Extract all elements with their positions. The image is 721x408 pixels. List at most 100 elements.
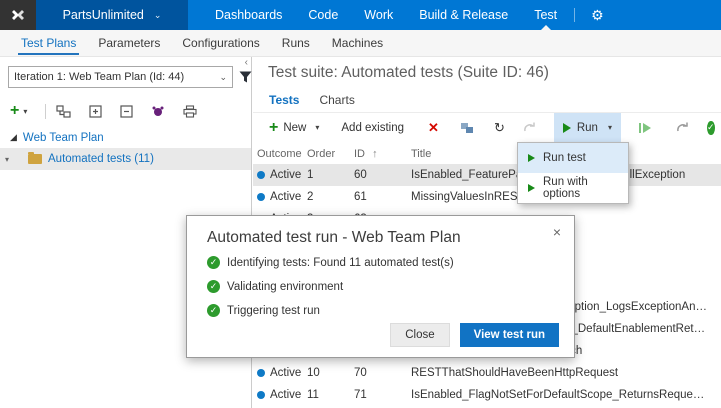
active-state-icon	[257, 391, 265, 399]
suite-tree: ◢ Web Team Plan ▾ Automated tests (11)	[0, 127, 251, 170]
nav-divider	[574, 8, 576, 22]
dialog-step: ✓ Validating environment	[207, 280, 454, 293]
hub-item-configurations[interactable]: Configurations	[171, 30, 270, 56]
new-test-button[interactable]: + New ▾	[269, 118, 320, 136]
tree-node-label: Automated tests (11)	[48, 153, 154, 165]
outcome-value: Active	[270, 389, 302, 401]
project-selector[interactable]: PartsUnlimited ⌄	[36, 0, 188, 30]
success-check-icon: ✓	[207, 280, 220, 293]
redo-icon	[523, 122, 536, 133]
outcome-cell: Active	[257, 367, 307, 379]
order-value: 10	[307, 367, 320, 379]
play-icon	[562, 122, 571, 133]
new-suite-button[interactable]: + ▾	[10, 103, 27, 119]
tab-tests[interactable]: Tests	[269, 93, 299, 107]
outcome-cell: Active	[257, 389, 307, 401]
id-value: 61	[354, 191, 367, 203]
menu-item-run-test[interactable]: Run test	[518, 143, 628, 173]
title-value: IsEnabled_FlagNotSetForDefaultScope_Retu…	[411, 389, 721, 401]
active-state-icon	[257, 193, 265, 201]
nav-item-build-release[interactable]: Build & Release	[406, 0, 521, 30]
suite-hierarchy-icon[interactable]	[56, 104, 71, 118]
order-value: 1	[307, 169, 314, 181]
print-icon[interactable]	[183, 104, 197, 118]
settings-gear-icon[interactable]: ⚙	[583, 0, 612, 30]
close-button[interactable]: Close	[390, 323, 450, 347]
chevron-down-icon: ▾	[23, 106, 28, 116]
close-icon[interactable]: ×	[553, 224, 561, 240]
view-test-run-button[interactable]: View test run	[459, 323, 559, 347]
tree-node-automated-tests[interactable]: ▾ Automated tests (11)	[0, 148, 251, 170]
column-header-id[interactable]: ID ↑	[354, 148, 411, 160]
iteration-dropdown[interactable]: Iteration 1: Web Team Plan (Id: 44) ⌄	[8, 66, 233, 88]
collapse-all-icon[interactable]	[120, 104, 133, 118]
expander-open-icon: ◢	[10, 132, 17, 142]
dialog-step-text: Triggering test run	[227, 304, 320, 317]
tree-node-label: Web Team Plan	[22, 131, 104, 144]
order-value: 2	[307, 191, 314, 203]
filter-icon[interactable]	[239, 71, 252, 83]
dialog-step: ✓ Triggering test run	[207, 304, 454, 317]
nav-item-dashboards[interactable]: Dashboards	[202, 0, 295, 30]
open-in-mtm-icon[interactable]	[151, 105, 165, 118]
column-header-order[interactable]: Order	[307, 148, 354, 160]
outcome-cell: Active	[257, 191, 307, 203]
outcome-value: Active	[270, 367, 302, 379]
hub-item-runs[interactable]: Runs	[271, 30, 321, 56]
column-header-outcome[interactable]: Outcome	[257, 148, 307, 160]
nav-item-code[interactable]: Code	[295, 0, 351, 30]
chevron-down-icon: ▾	[607, 123, 612, 132]
add-existing-button[interactable]: Add existing	[341, 122, 404, 134]
order-tests-icon[interactable]	[460, 122, 474, 134]
reset-test-icon[interactable]	[676, 122, 689, 133]
active-state-icon	[257, 369, 265, 377]
dialog-step-text: Validating environment	[227, 280, 344, 293]
tests-toolbar: + New ▾ Add existing ✕ ↻ Run ▾ ✓ ✕ –	[253, 112, 721, 143]
expand-all-icon[interactable]	[89, 104, 102, 118]
success-check-icon: ✓	[207, 256, 220, 269]
menu-item-run-with-options[interactable]: Run with options	[518, 173, 628, 203]
run-button[interactable]: Run ▾	[553, 112, 621, 143]
remove-test-icon[interactable]: ✕	[428, 120, 439, 136]
id-value: 60	[354, 169, 367, 181]
folder-icon	[28, 152, 42, 164]
hub-item-test-plans[interactable]: Test Plans	[10, 30, 87, 56]
tab-charts[interactable]: Charts	[319, 93, 354, 107]
table-row[interactable]: Active 2 61 MissingValuesInRESTJson	[253, 186, 721, 208]
tree-node-web-team-plan[interactable]: ◢ Web Team Plan	[0, 127, 251, 148]
run-dropdown-menu: Run test Run with options	[517, 142, 629, 204]
vsts-logo[interactable]	[0, 0, 36, 30]
table-row[interactable]: Active 10 70 RESTThatShouldHaveBeenHttpRequ…	[253, 362, 721, 384]
project-name: PartsUnlimited	[62, 8, 144, 22]
hub-item-parameters[interactable]: Parameters	[87, 30, 171, 56]
plus-icon: +	[269, 118, 279, 136]
refresh-icon[interactable]: ↻	[494, 120, 505, 136]
order-value: 11	[307, 389, 319, 401]
chevron-down-icon: ▾	[315, 123, 320, 132]
dialog-steps: ✓ Identifying tests: Found 11 automated t…	[207, 256, 454, 317]
hub-item-machines[interactable]: Machines	[321, 30, 394, 56]
suite-pivots: Tests Charts	[269, 93, 355, 107]
play-icon	[528, 184, 535, 192]
toolbar-separator	[45, 103, 47, 119]
iteration-dropdown-value: Iteration 1: Web Team Plan (Id: 44)	[14, 71, 185, 83]
id-value: 71	[354, 389, 367, 401]
nav-item-work[interactable]: Work	[351, 0, 406, 30]
success-check-icon: ✓	[207, 304, 220, 317]
chevron-down-icon: ⌄	[219, 71, 227, 82]
sort-ascending-icon: ↑	[372, 148, 378, 160]
table-row[interactable]: Active 11 71 IsEnabled_FlagNotSetForDefault…	[253, 384, 721, 406]
suite-title: Test suite: Automated tests (Suite ID: 4…	[268, 64, 549, 81]
dialog-title: Automated test run - Web Team Plan	[207, 229, 461, 246]
nav-item-test[interactable]: Test	[521, 0, 570, 30]
table-row[interactable]: Active160IsEnabled_FeatureParamIsNull_Th…	[253, 164, 721, 186]
grid-header-row: Outcome Order ID ↑ Title	[253, 145, 721, 163]
active-state-icon	[257, 171, 265, 179]
id-value: 70	[354, 367, 367, 379]
context-menu-caret-icon[interactable]: ▾	[0, 155, 14, 164]
outcome-cell: Active	[257, 169, 307, 181]
pass-test-icon[interactable]: ✓	[706, 120, 715, 135]
suite-toolbar: + ▾	[10, 99, 197, 123]
automated-test-run-dialog: Automated test run - Web Team Plan × ✓ Id…	[186, 215, 575, 358]
resume-test-icon[interactable]	[638, 122, 651, 133]
